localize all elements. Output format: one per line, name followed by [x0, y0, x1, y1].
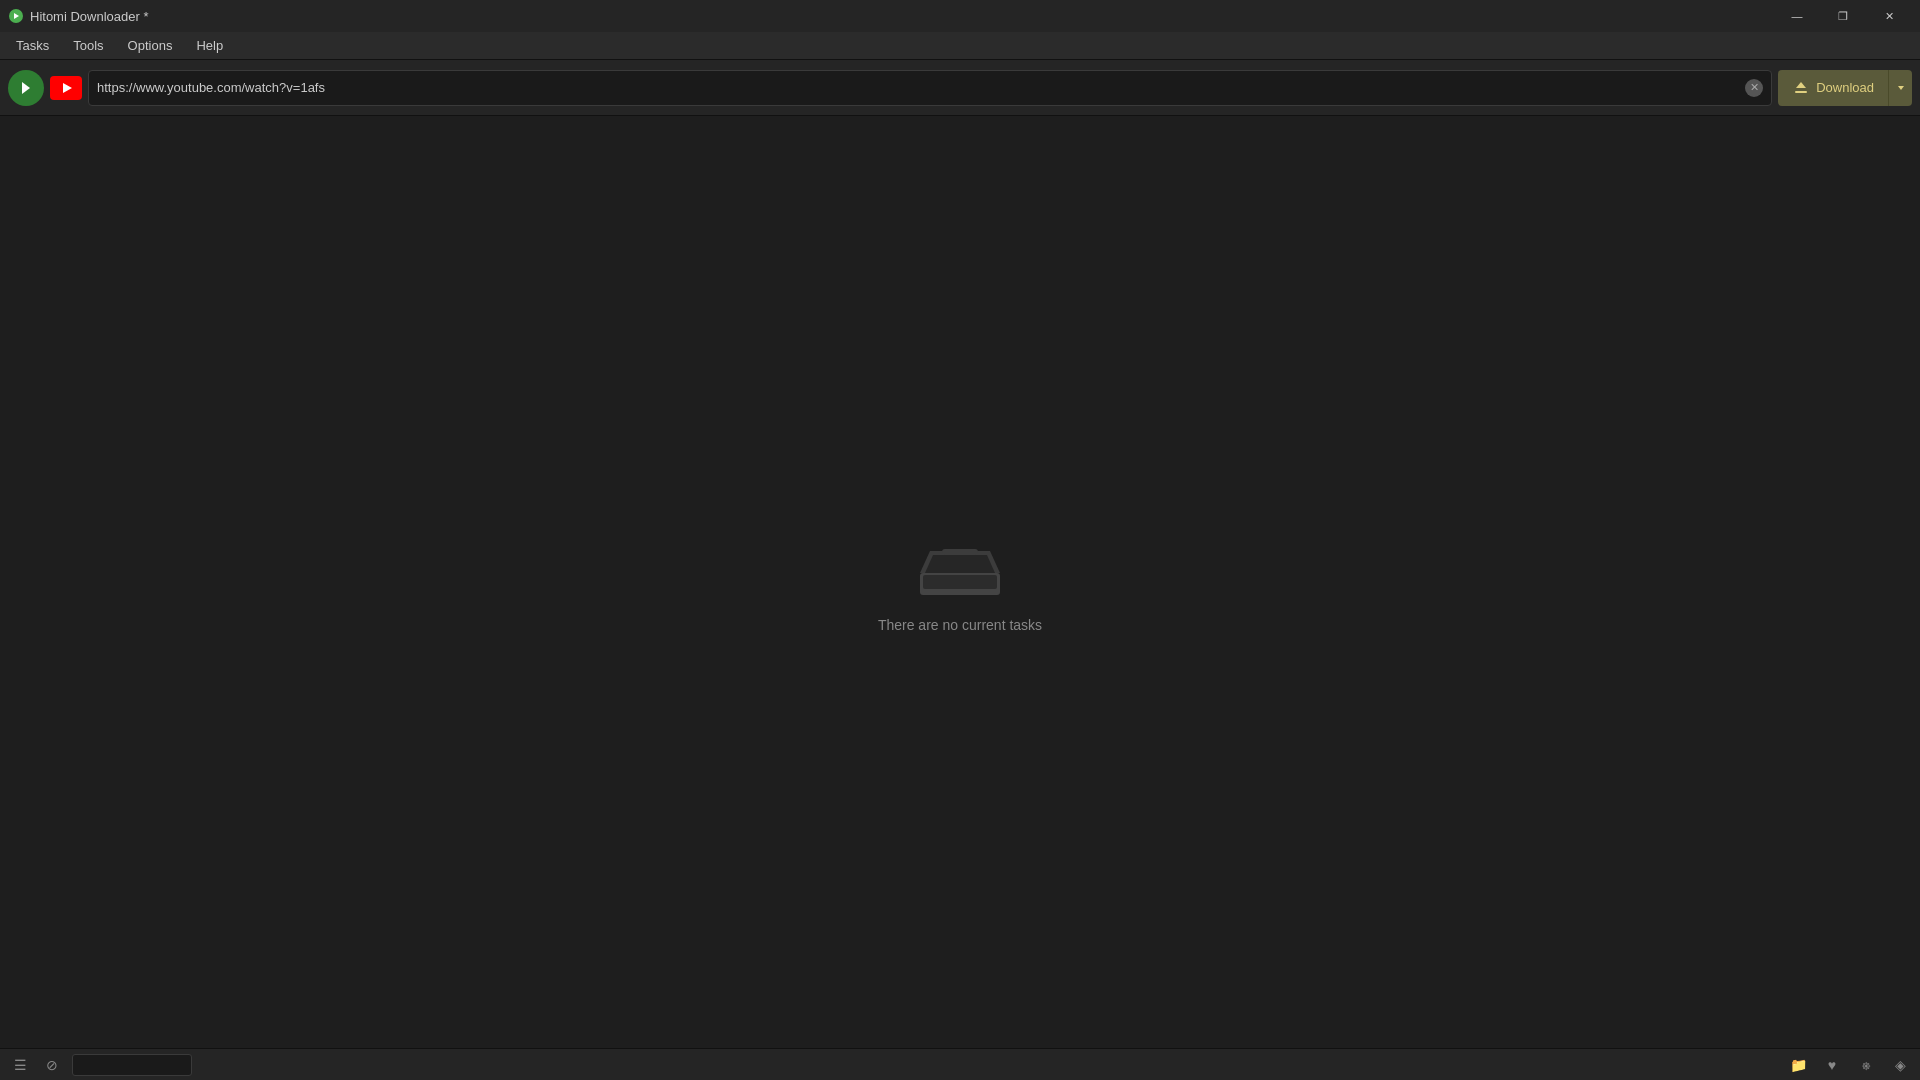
menu-icon-button[interactable]: ☰: [8, 1053, 32, 1077]
menu-tools[interactable]: Tools: [61, 34, 115, 57]
download-dropdown-button[interactable]: [1888, 70, 1912, 106]
menu-tasks[interactable]: Tasks: [4, 34, 61, 57]
menu-bar: Tasks Tools Options Help: [0, 32, 1920, 60]
folder-icon-button[interactable]: 📁: [1786, 1053, 1810, 1077]
menu-options[interactable]: Options: [116, 34, 185, 57]
url-input[interactable]: [97, 80, 1745, 95]
discord-icon-button[interactable]: ◈: [1888, 1053, 1912, 1077]
content-area: There are no current tasks: [0, 116, 1920, 1048]
status-bar-left: ☰ ⊘: [8, 1053, 192, 1077]
svg-marker-6: [1796, 82, 1806, 88]
url-input-container: ✕: [88, 70, 1772, 106]
maximize-button[interactable]: ❐: [1820, 0, 1866, 32]
filter-input[interactable]: [72, 1054, 192, 1076]
minimize-button[interactable]: —: [1774, 0, 1820, 32]
empty-state-icon: [915, 531, 1005, 601]
download-main-button[interactable]: Download: [1778, 70, 1888, 106]
status-bar: ☰ ⊘ 📁 ♥ ⎈ ◈: [0, 1048, 1920, 1080]
window-controls: — ❐ ✕: [1774, 0, 1912, 32]
close-button[interactable]: ✕: [1866, 0, 1912, 32]
menu-help[interactable]: Help: [184, 34, 235, 57]
svg-marker-7: [1898, 86, 1904, 90]
download-label: Download: [1816, 80, 1874, 95]
app-icon: [8, 8, 24, 24]
status-bar-right: 📁 ♥ ⎈ ◈: [1786, 1053, 1912, 1077]
github-icon-button[interactable]: ⎈: [1854, 1053, 1878, 1077]
svg-rect-10: [942, 549, 978, 555]
filter-icon-button[interactable]: ⊘: [40, 1053, 64, 1077]
svg-rect-9: [923, 575, 997, 589]
app-title: Hitomi Downloader *: [30, 9, 149, 24]
download-button-group: Download Download: [1778, 70, 1912, 106]
title-bar-left: Hitomi Downloader *: [8, 8, 149, 24]
play-icon: [18, 80, 34, 96]
chevron-down-icon: [1896, 83, 1906, 93]
youtube-icon: [50, 76, 82, 100]
empty-state-text: There are no current tasks: [878, 617, 1042, 633]
heart-icon-button[interactable]: ♥: [1820, 1053, 1844, 1077]
clear-url-button[interactable]: ✕: [1745, 79, 1763, 97]
svg-rect-5: [1795, 91, 1807, 93]
download-icon: [1792, 79, 1810, 97]
play-button[interactable]: [8, 70, 44, 106]
title-bar: Hitomi Downloader * — ❐ ✕: [0, 0, 1920, 32]
svg-marker-2: [22, 82, 30, 94]
toolbar: ✕ Download Download: [0, 60, 1920, 116]
